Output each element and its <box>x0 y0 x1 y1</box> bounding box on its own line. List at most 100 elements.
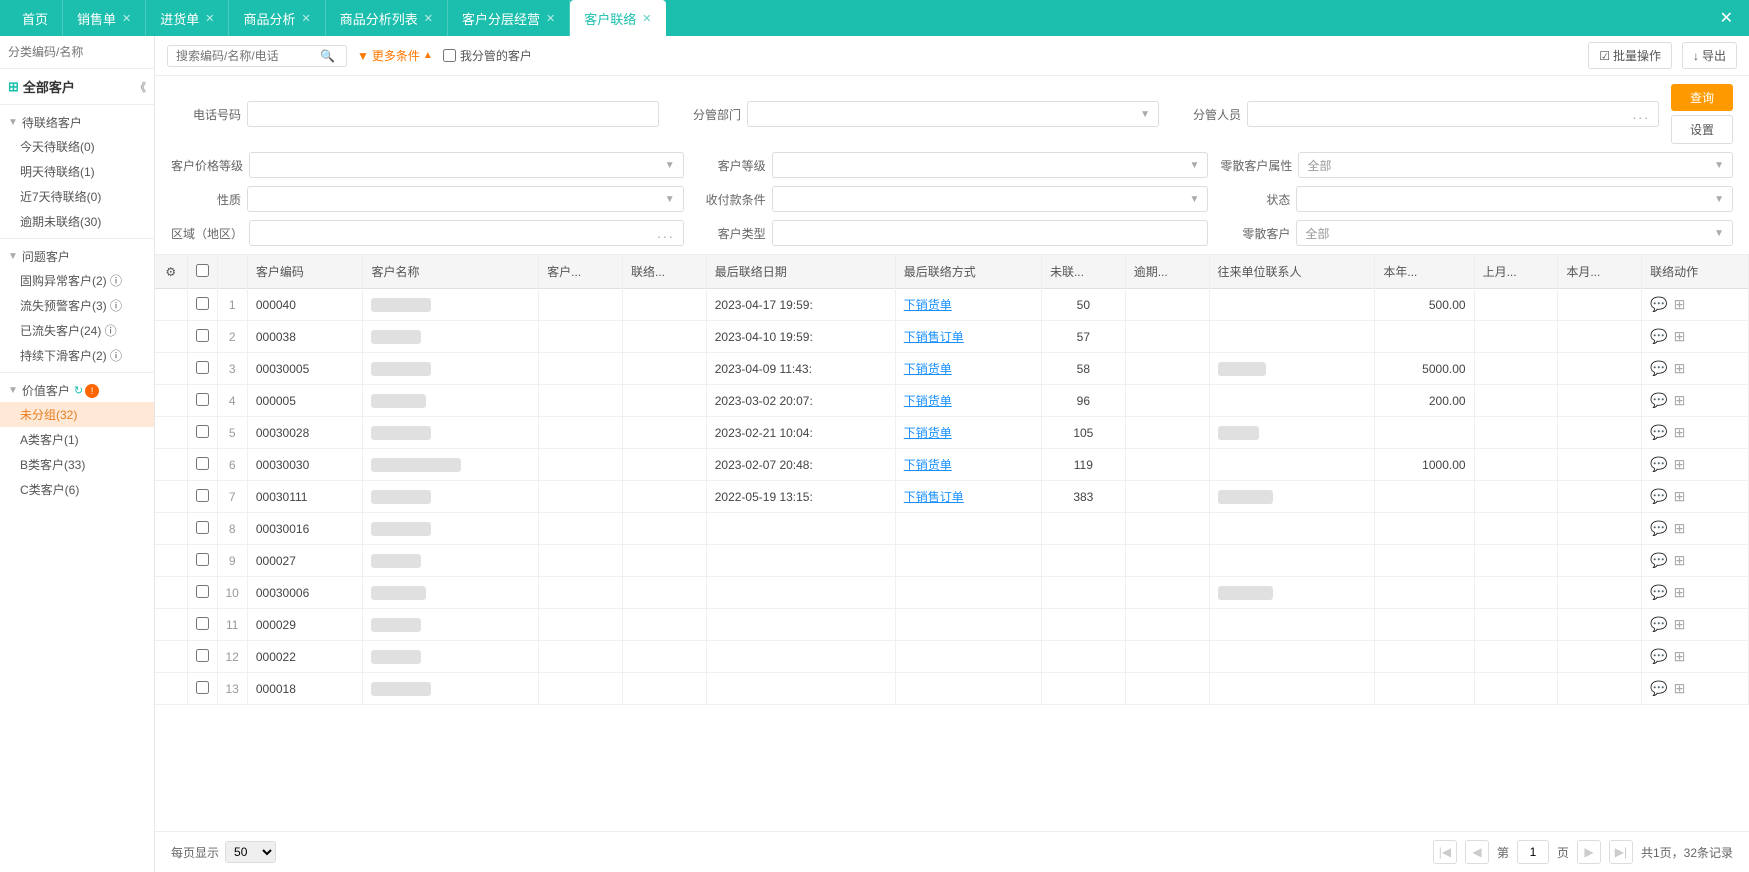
close-sales-order-icon[interactable]: ✕ <box>122 12 131 25</box>
close-purchase-order-icon[interactable]: ✕ <box>205 12 214 25</box>
filter-retail-attr-select[interactable]: 全部 ▼ <box>1298 152 1733 178</box>
comment-icon[interactable]: 💬 <box>1650 360 1667 377</box>
sidebar-group-value-customers[interactable]: ▼ 价值客户 ↻ ! <box>0 377 154 402</box>
tab-sales-order[interactable]: 销售单 ✕ <box>63 0 146 36</box>
more-actions-icon[interactable]: ⊞ <box>1674 488 1686 505</box>
last-month-col-header[interactable]: 上月... <box>1474 255 1558 289</box>
my-customers-checkbox[interactable] <box>443 49 456 62</box>
last-contact-method-col-header[interactable]: 最后联络方式 <box>895 255 1041 289</box>
tab-product-analysis[interactable]: 商品分析 ✕ <box>229 0 325 36</box>
filter-nature-select[interactable]: ▼ <box>247 186 684 212</box>
sidebar-item-group-b[interactable]: B类客户(33) <box>0 452 154 477</box>
first-page-button[interactable]: |◀ <box>1433 840 1457 864</box>
window-close-button[interactable]: ✕ <box>1712 8 1741 28</box>
tab-customer-contact[interactable]: 客户联络 ✕ <box>570 0 666 36</box>
more-actions-icon[interactable]: ⊞ <box>1674 680 1686 697</box>
sidebar-item-overdue[interactable]: 逾期未联络(30) <box>0 209 154 234</box>
more-actions-icon[interactable]: ⊞ <box>1674 648 1686 665</box>
more-actions-icon[interactable]: ⊞ <box>1674 456 1686 473</box>
batch-ops-button[interactable]: ☑ 批量操作 <box>1588 42 1672 69</box>
next-page-button[interactable]: ▶ <box>1577 840 1601 864</box>
filter-retail-customer-select[interactable]: 全部 ▼ <box>1296 220 1733 246</box>
customer-name-col-header[interactable]: 客户名称 <box>363 255 539 289</box>
filter-customer-type-input[interactable] <box>772 220 1209 246</box>
comment-icon[interactable]: 💬 <box>1650 616 1667 633</box>
sidebar-group-problem-customers[interactable]: ▼ 问题客户 <box>0 243 154 268</box>
more-actions-icon[interactable]: ⊞ <box>1674 552 1686 569</box>
row-checkbox[interactable] <box>196 393 209 406</box>
partner-contact-col-header[interactable]: 往来单位联系人 <box>1209 255 1375 289</box>
more-actions-icon[interactable]: ⊞ <box>1674 584 1686 601</box>
comment-icon[interactable]: 💬 <box>1650 648 1667 665</box>
filter-payment-terms-select[interactable]: ▼ <box>772 186 1209 212</box>
filter-manager-select[interactable]: ... <box>1247 101 1659 127</box>
sidebar-item-unclassified[interactable]: 未分组(32) <box>0 402 154 427</box>
filter-price-level-select[interactable]: ▼ <box>249 152 684 178</box>
sidebar-item-lost[interactable]: 已流失客户(24) ⓘ <box>0 318 154 343</box>
sidebar-item-group-c[interactable]: C类客户(6) <box>0 477 154 502</box>
filter-customer-level-select[interactable]: ▼ <box>772 152 1209 178</box>
comment-icon[interactable]: 💬 <box>1650 456 1667 473</box>
overdue-col-header[interactable]: 逾期... <box>1125 255 1209 289</box>
this-month-col-header[interactable]: 本月... <box>1558 255 1642 289</box>
last-page-button[interactable]: ▶| <box>1609 840 1633 864</box>
row-checkbox[interactable] <box>196 681 209 694</box>
filter-region-select[interactable]: ... <box>249 220 684 246</box>
tab-home[interactable]: 首页 <box>8 0 63 36</box>
more-actions-icon[interactable]: ⊞ <box>1674 296 1686 313</box>
tab-product-analysis-list[interactable]: 商品分析列表 ✕ <box>326 0 448 36</box>
row-checkbox[interactable] <box>196 553 209 566</box>
sidebar-item-7days[interactable]: 近7天待联络(0) <box>0 184 154 209</box>
more-actions-icon[interactable]: ⊞ <box>1674 328 1686 345</box>
close-product-analysis-icon[interactable]: ✕ <box>302 12 311 25</box>
comment-icon[interactable]: 💬 <box>1650 328 1667 345</box>
more-actions-icon[interactable]: ⊞ <box>1674 424 1686 441</box>
close-customer-segment-manager-icon[interactable]: ✕ <box>546 12 555 25</box>
contact-method-link[interactable]: 下销货单 <box>904 426 952 440</box>
contact-method-link[interactable]: 下销售订单 <box>904 490 964 504</box>
filter-dept-select[interactable]: ▼ <box>747 101 1159 127</box>
sidebar-all-customers[interactable]: ⊞ 全部客户 《 <box>0 69 154 100</box>
collapse-icon[interactable]: 《 <box>135 79 146 95</box>
filter-search-icon[interactable]: 🔍 <box>320 49 335 63</box>
no-contact-days-col-header[interactable]: 未联... <box>1041 255 1125 289</box>
tab-customer-segment-manager[interactable]: 客户分层经营 ✕ <box>448 0 570 36</box>
reset-button[interactable]: 设置 <box>1671 115 1733 144</box>
sidebar-item-today[interactable]: 今天待联络(0) <box>0 134 154 159</box>
page-size-select[interactable]: 50 100 200 <box>225 841 276 863</box>
sidebar-group-pending-contact[interactable]: ▼ 待联络客户 <box>0 109 154 134</box>
page-number-input[interactable] <box>1517 840 1549 864</box>
filter-phone-input[interactable] <box>247 101 659 127</box>
prev-page-button[interactable]: ◀ <box>1465 840 1489 864</box>
contact-method-link[interactable]: 下销货单 <box>904 298 952 312</box>
more-actions-icon[interactable]: ⊞ <box>1674 392 1686 409</box>
query-button[interactable]: 查询 <box>1671 84 1733 111</box>
row-checkbox[interactable] <box>196 585 209 598</box>
sidebar-item-abnormal-purchase[interactable]: 固购异常客户(2) ⓘ <box>0 268 154 293</box>
customer-type-col-header[interactable]: 客户... <box>539 255 623 289</box>
row-checkbox[interactable] <box>196 617 209 630</box>
contact-method-link[interactable]: 下销货单 <box>904 362 952 376</box>
export-button[interactable]: ↓ 导出 <box>1682 42 1737 69</box>
settings-col-header[interactable]: ⚙ <box>155 255 187 289</box>
this-year-col-header[interactable]: 本年... <box>1375 255 1474 289</box>
customer-code-col-header[interactable]: 客户编码 <box>247 255 363 289</box>
tab-purchase-order[interactable]: 进货单 ✕ <box>146 0 229 36</box>
row-checkbox[interactable] <box>196 457 209 470</box>
comment-icon[interactable]: 💬 <box>1650 552 1667 569</box>
comment-icon[interactable]: 💬 <box>1650 584 1667 601</box>
row-checkbox[interactable] <box>196 649 209 662</box>
contact-method-link[interactable]: 下销售订单 <box>904 330 964 344</box>
row-checkbox[interactable] <box>196 361 209 374</box>
sidebar-item-persistent-low[interactable]: 持续下滑客户(2) ⓘ <box>0 343 154 368</box>
comment-icon[interactable]: 💬 <box>1650 424 1667 441</box>
sidebar-search-input[interactable] <box>8 45 155 59</box>
row-checkbox[interactable] <box>196 297 209 310</box>
row-checkbox[interactable] <box>196 521 209 534</box>
filter-search-input[interactable] <box>176 49 316 63</box>
more-actions-icon[interactable]: ⊞ <box>1674 520 1686 537</box>
comment-icon[interactable]: 💬 <box>1650 680 1667 697</box>
contact-method-link[interactable]: 下销货单 <box>904 394 952 408</box>
row-checkbox[interactable] <box>196 489 209 502</box>
sidebar-item-tomorrow[interactable]: 明天待联络(1) <box>0 159 154 184</box>
